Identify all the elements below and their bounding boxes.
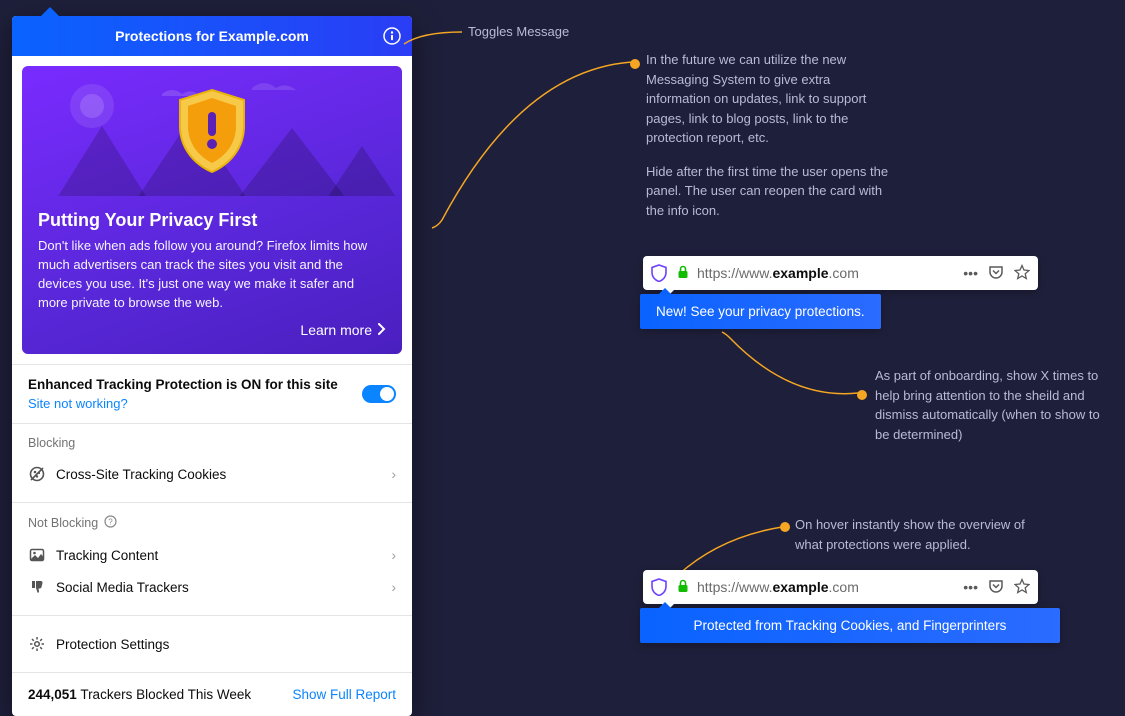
star-icon[interactable] bbox=[1014, 578, 1030, 597]
callout-new[interactable]: New! See your privacy protections. bbox=[640, 294, 881, 329]
star-icon[interactable] bbox=[1014, 264, 1030, 283]
not-blocking-item-label: Social Media Trackers bbox=[56, 580, 189, 595]
lock-icon bbox=[677, 579, 689, 596]
callout-hover: Protected from Tracking Cookies, and Fin… bbox=[640, 608, 1060, 643]
protections-panel: Protections for Example.com bbox=[12, 16, 412, 716]
not-blocking-section: Not Blocking ? Tracking Content › Social… bbox=[12, 502, 412, 615]
site-not-working-link[interactable]: Site not working? bbox=[28, 396, 338, 411]
url-prefix: https://www. bbox=[697, 579, 772, 595]
etp-section: Enhanced Tracking Protection is ON for t… bbox=[12, 364, 412, 423]
not-blocking-item-social-trackers[interactable]: Social Media Trackers › bbox=[28, 571, 396, 603]
learn-more-label: Learn more bbox=[300, 322, 372, 338]
pocket-icon[interactable] bbox=[988, 578, 1004, 597]
etp-status-title: Enhanced Tracking Protection is ON for t… bbox=[28, 377, 338, 392]
annotation-dot bbox=[630, 59, 640, 69]
url-suffix: .com bbox=[829, 579, 859, 595]
urlbar-hover[interactable]: https://www.example.com ••• bbox=[643, 570, 1038, 604]
gear-icon bbox=[28, 635, 46, 653]
tracker-count-number: 244,051 bbox=[28, 687, 77, 702]
annotation-hover: On hover instantly show the overview of … bbox=[795, 515, 1055, 554]
not-blocking-label: Not Blocking bbox=[28, 516, 98, 530]
annotation-future: In the future we can utilize the new Mes… bbox=[646, 50, 896, 220]
url-suffix: .com bbox=[829, 265, 859, 281]
url-prefix: https://www. bbox=[697, 265, 772, 281]
annotation-onboarding: As part of onboarding, show X times to h… bbox=[875, 366, 1100, 444]
not-blocking-item-tracking-content[interactable]: Tracking Content › bbox=[28, 539, 396, 571]
image-icon bbox=[28, 546, 46, 564]
hero-card: Putting Your Privacy First Don't like wh… bbox=[22, 66, 402, 354]
tracker-count-suffix: Trackers Blocked This Week bbox=[77, 687, 251, 702]
cookie-icon bbox=[28, 465, 46, 483]
svg-text:?: ? bbox=[108, 518, 113, 527]
url-text: https://www.example.com bbox=[697, 265, 955, 281]
blocking-label: Blocking bbox=[28, 436, 396, 450]
urlbar-onboarding[interactable]: https://www.example.com ••• bbox=[643, 256, 1038, 290]
panel-title: Protections for Example.com bbox=[115, 28, 309, 44]
settings-section: Protection Settings bbox=[12, 615, 412, 672]
chevron-right-icon: › bbox=[392, 580, 397, 595]
thumbs-down-icon bbox=[28, 578, 46, 596]
blocking-item-cookies[interactable]: Cross-Site Tracking Cookies › bbox=[28, 458, 396, 490]
tracker-count: 244,051 Trackers Blocked This Week bbox=[28, 687, 251, 702]
more-icon[interactable]: ••• bbox=[963, 265, 978, 281]
blocking-section: Blocking Cross-Site Tracking Cookies › bbox=[12, 423, 412, 502]
url-text: https://www.example.com bbox=[697, 579, 955, 595]
url-domain: example bbox=[772, 265, 828, 281]
url-domain: example bbox=[772, 579, 828, 595]
callout-caret bbox=[658, 288, 672, 295]
callout-new-text: New! See your privacy protections. bbox=[656, 304, 865, 319]
chevron-right-icon: › bbox=[392, 548, 397, 563]
hero-title: Putting Your Privacy First bbox=[38, 210, 386, 231]
more-icon[interactable]: ••• bbox=[963, 579, 978, 595]
annotation-future-a: In the future we can utilize the new Mes… bbox=[646, 50, 896, 148]
callout-hover-text: Protected from Tracking Cookies, and Fin… bbox=[694, 618, 1007, 633]
shield-icon[interactable] bbox=[651, 578, 669, 596]
callout-caret bbox=[658, 602, 672, 609]
show-full-report-link[interactable]: Show Full Report bbox=[292, 687, 396, 702]
not-blocking-item-label: Tracking Content bbox=[56, 548, 158, 563]
help-icon[interactable]: ? bbox=[104, 515, 117, 531]
hero-description: Don't like when ads follow you around? F… bbox=[38, 237, 386, 312]
pocket-icon[interactable] bbox=[988, 264, 1004, 283]
shield-icon[interactable] bbox=[651, 264, 669, 282]
protection-settings-link[interactable]: Protection Settings bbox=[28, 628, 396, 660]
lock-icon bbox=[677, 265, 689, 282]
chevron-right-icon bbox=[378, 322, 386, 338]
annotation-dot bbox=[780, 522, 790, 532]
annotation-toggles-message: Toggles Message bbox=[468, 22, 569, 42]
panel-header: Protections for Example.com bbox=[12, 16, 412, 56]
info-icon[interactable] bbox=[382, 26, 402, 46]
learn-more-link[interactable]: Learn more bbox=[38, 322, 386, 338]
annotation-future-b: Hide after the first time the user opens… bbox=[646, 162, 896, 221]
blocking-item-label: Cross-Site Tracking Cookies bbox=[56, 467, 226, 482]
etp-toggle[interactable] bbox=[362, 385, 396, 403]
chevron-right-icon: › bbox=[392, 467, 397, 482]
settings-label: Protection Settings bbox=[56, 637, 169, 652]
annotation-dot bbox=[857, 390, 867, 400]
hero-illustration bbox=[22, 66, 402, 196]
